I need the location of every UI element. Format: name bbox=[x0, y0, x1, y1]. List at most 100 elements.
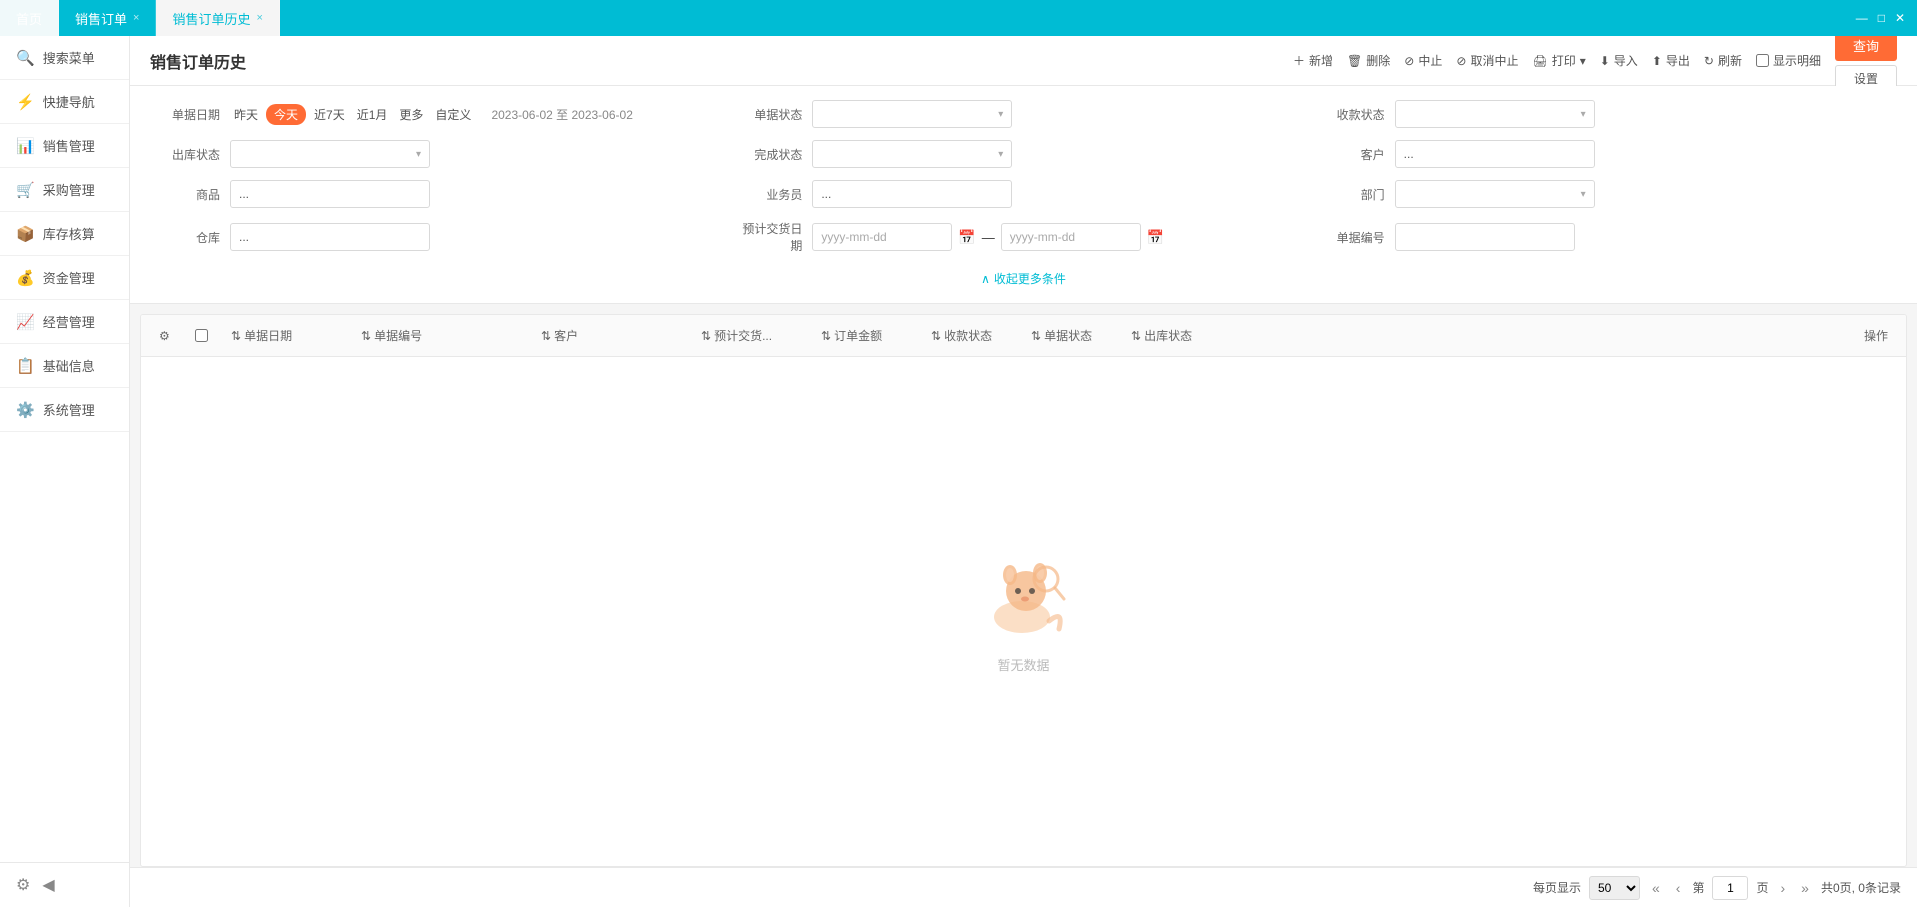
sidebar-item-search-menu-label: 搜索菜单 bbox=[43, 48, 95, 67]
customer-input[interactable]: ... bbox=[1395, 140, 1595, 168]
sort-up-icon-7: ⇅ bbox=[1031, 329, 1041, 343]
complete-status-select[interactable]: ▾ bbox=[812, 140, 1012, 168]
tab-home[interactable]: 首页 bbox=[0, 0, 59, 36]
tab-sales-order-close[interactable]: × bbox=[133, 12, 139, 24]
first-page-button[interactable]: « bbox=[1648, 880, 1664, 896]
export-button[interactable]: ⬆ 导出 bbox=[1652, 52, 1690, 69]
sidebar-item-operations-mgmt[interactable]: 📈 经营管理 bbox=[0, 300, 129, 344]
th-gear[interactable]: ⚙ bbox=[151, 329, 187, 343]
bill-no-label: 单据编号 bbox=[1315, 229, 1395, 246]
content-area: 销售订单历史 ＋ 新增 🗑 删除 ⊘ 中止 bbox=[130, 36, 1917, 907]
th-bill-status[interactable]: ⇅ 单据状态 bbox=[1023, 327, 1123, 344]
customer-dots: ... bbox=[1404, 147, 1414, 161]
current-page-input[interactable] bbox=[1712, 876, 1748, 900]
collapse-label: 收起更多条件 bbox=[994, 270, 1066, 287]
bill-status-select[interactable]: ▾ bbox=[812, 100, 1012, 128]
sort-up-icon-2: ⇅ bbox=[361, 329, 371, 343]
new-label: 新增 bbox=[1309, 52, 1333, 69]
next-page-button[interactable]: › bbox=[1777, 880, 1790, 896]
import-icon: ⬇ bbox=[1600, 54, 1610, 68]
th-delivery-date[interactable]: ⇅ 预计交货... bbox=[693, 327, 813, 344]
sidebar-item-purchase-mgmt-label: 采购管理 bbox=[43, 180, 95, 199]
delivery-date-label: 预计交货日期 bbox=[732, 220, 812, 254]
sidebar-item-system-mgmt[interactable]: ⚙️ 系统管理 bbox=[0, 388, 129, 432]
delivery-date-value: yyyy-mm-dd 📅 — yyyy-mm-dd 📅 bbox=[812, 223, 1314, 251]
sidebar-item-purchase-mgmt[interactable]: 🛒 采购管理 bbox=[0, 168, 129, 212]
dept-select[interactable]: ▾ bbox=[1395, 180, 1595, 208]
tab-sales-order[interactable]: 销售订单 × bbox=[59, 0, 156, 36]
refresh-button[interactable]: ↻ 刷新 bbox=[1704, 52, 1742, 69]
import-button[interactable]: ⬇ 导入 bbox=[1600, 52, 1638, 69]
search-menu-icon: 🔍 bbox=[16, 49, 35, 67]
system-mgmt-icon: ⚙️ bbox=[16, 401, 35, 419]
delivery-date-from[interactable]: yyyy-mm-dd bbox=[812, 223, 952, 251]
salesperson-dots: ... bbox=[821, 187, 831, 201]
delivery-date-to[interactable]: yyyy-mm-dd bbox=[1001, 223, 1141, 251]
sidebar-collapse-icon[interactable]: ◀ bbox=[42, 875, 54, 895]
out-status-select[interactable]: ▾ bbox=[230, 140, 430, 168]
date-btn-yesterday[interactable]: 昨天 bbox=[230, 104, 262, 125]
window-minimize[interactable]: — bbox=[1856, 11, 1868, 25]
last-page-button[interactable]: » bbox=[1797, 880, 1813, 896]
date-label: 单据日期 bbox=[150, 106, 230, 123]
date-btn-7days[interactable]: 近7天 bbox=[310, 104, 349, 125]
prev-page-button[interactable]: ‹ bbox=[1672, 880, 1685, 896]
th-checkbox[interactable] bbox=[187, 329, 223, 342]
warehouse-dots: ... bbox=[239, 230, 249, 244]
calendar-from-icon[interactable]: 📅 bbox=[958, 229, 975, 246]
per-page-select[interactable]: 50 10 20 100 bbox=[1589, 876, 1640, 900]
goods-input[interactable]: ... bbox=[230, 180, 430, 208]
sidebar-item-system-mgmt-label: 系统管理 bbox=[43, 400, 95, 419]
window-maximize[interactable]: □ bbox=[1878, 11, 1885, 25]
tab-sales-order-history[interactable]: 销售订单历史 × bbox=[156, 0, 279, 36]
sidebar-item-quick-nav[interactable]: ⚡ 快捷导航 bbox=[0, 80, 129, 124]
tab-sales-order-history-label: 销售订单历史 bbox=[172, 9, 250, 28]
th-order-amount[interactable]: ⇅ 订单金额 bbox=[813, 327, 923, 344]
delete-button[interactable]: 🗑 删除 bbox=[1347, 52, 1390, 69]
sidebar-item-sales-mgmt-label: 销售管理 bbox=[43, 136, 95, 155]
page-unit: 页 bbox=[1756, 879, 1768, 896]
sidebar-item-basic-info[interactable]: 📋 基础信息 bbox=[0, 344, 129, 388]
receipt-status-value: ▾ bbox=[1395, 100, 1897, 128]
empty-state: 暂无数据 bbox=[141, 357, 1906, 866]
date-btn-today[interactable]: 今天 bbox=[266, 104, 306, 125]
sort-up-icon-8: ⇅ bbox=[1131, 329, 1141, 343]
cancel-stop-button[interactable]: ⊘ 取消中止 bbox=[1456, 52, 1518, 69]
stop-button[interactable]: ⊘ 中止 bbox=[1404, 52, 1442, 69]
th-client[interactable]: ⇅ 客户 bbox=[533, 327, 693, 344]
print-icon: 🖨 bbox=[1532, 54, 1547, 68]
sort-up-icon-4: ⇅ bbox=[701, 329, 711, 343]
th-bill-no[interactable]: ⇅ 单据编号 bbox=[353, 327, 533, 344]
print-button[interactable]: 🖨 打印 ▾ bbox=[1532, 52, 1585, 69]
receipt-status-label: 收款状态 bbox=[1315, 106, 1395, 123]
sidebar-item-search-menu[interactable]: 🔍 搜索菜单 bbox=[0, 36, 129, 80]
th-receipt-status[interactable]: ⇅ 收款状态 bbox=[923, 327, 1023, 344]
select-all-checkbox[interactable] bbox=[195, 329, 208, 342]
cancel-stop-icon: ⊘ bbox=[1456, 54, 1466, 68]
filter-row-1: 单据日期 昨天 今天 近7天 近1月 更多 自定义 2023-06-02 至 2… bbox=[150, 100, 1897, 128]
print-label: 打印 bbox=[1552, 52, 1576, 69]
sidebar-item-inventory-calc[interactable]: 📦 库存核算 bbox=[0, 212, 129, 256]
new-button[interactable]: ＋ 新增 bbox=[1293, 52, 1333, 69]
display-detail-checkbox[interactable] bbox=[1756, 54, 1769, 67]
tab-sales-order-history-close[interactable]: × bbox=[256, 12, 262, 24]
warehouse-input[interactable]: ... bbox=[230, 223, 430, 251]
date-btn-more[interactable]: 更多 bbox=[395, 104, 427, 125]
salesperson-input[interactable]: ... bbox=[812, 180, 1012, 208]
sidebar-item-sales-mgmt[interactable]: 📊 销售管理 bbox=[0, 124, 129, 168]
receipt-status-select[interactable]: ▾ bbox=[1395, 100, 1595, 128]
collapse-row[interactable]: ∧ 收起更多条件 bbox=[150, 266, 1897, 295]
date-btn-1month[interactable]: 近1月 bbox=[353, 104, 392, 125]
date-btn-custom[interactable]: 自定义 bbox=[431, 104, 475, 125]
out-status-value: ▾ bbox=[230, 140, 732, 168]
bill-status-value: ▾ bbox=[812, 100, 1314, 128]
sidebar-item-capital-mgmt[interactable]: 💰 资金管理 bbox=[0, 256, 129, 300]
window-close[interactable]: ✕ bbox=[1895, 11, 1905, 25]
sidebar-settings-icon[interactable]: ⚙ bbox=[16, 875, 30, 895]
query-button[interactable]: 查询 bbox=[1835, 36, 1897, 61]
calendar-to-icon[interactable]: 📅 bbox=[1147, 229, 1164, 246]
bill-no-input[interactable] bbox=[1395, 223, 1575, 251]
th-bill-date[interactable]: ⇅ 单据日期 bbox=[223, 327, 353, 344]
th-out-status[interactable]: ⇅ 出库状态 bbox=[1123, 327, 1223, 344]
th-ops: 操作 bbox=[1223, 327, 1896, 344]
